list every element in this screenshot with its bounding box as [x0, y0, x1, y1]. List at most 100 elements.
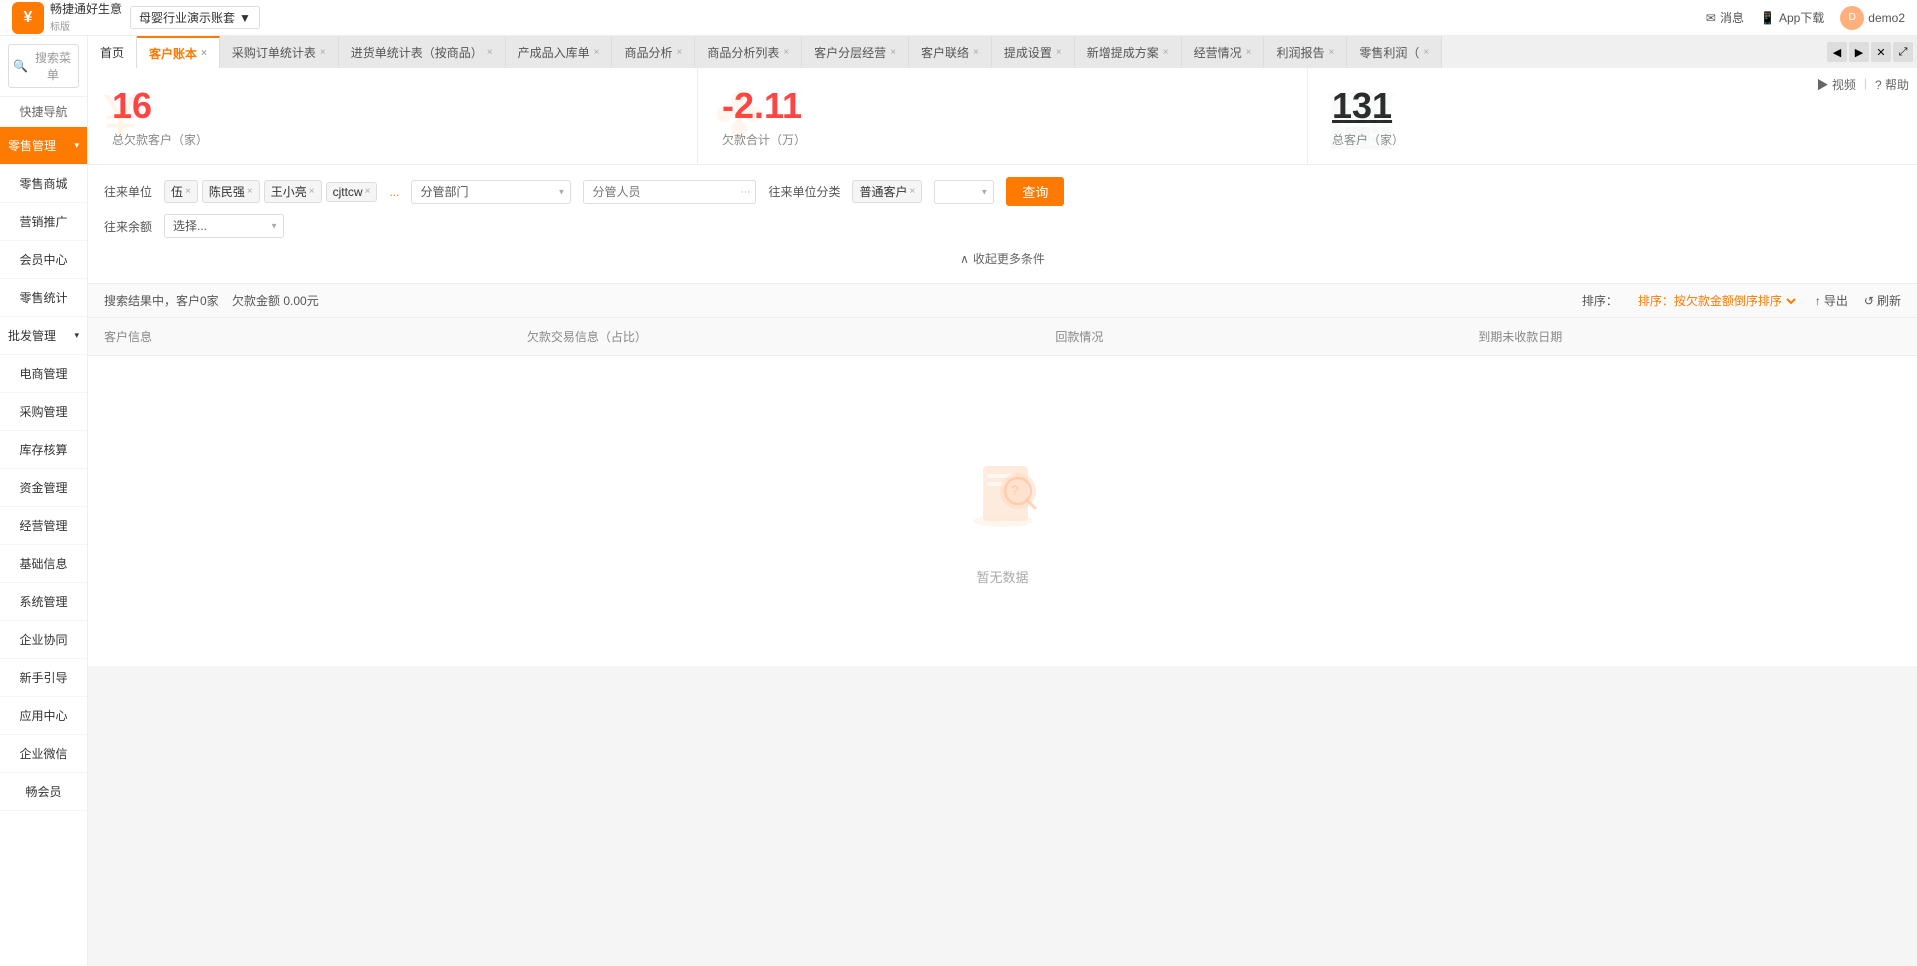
tab-customer-account[interactable]: 客户账本× — [137, 36, 220, 68]
sidebar-item-vip-member[interactable]: 畅会员 — [0, 773, 87, 811]
balance-select[interactable]: 选择... — [164, 214, 284, 238]
help-btn[interactable]: ? 帮助 — [1875, 76, 1909, 93]
sidebar-item-enterprise-wechat[interactable]: 企业微信 — [0, 735, 87, 773]
sidebar-quick-nav[interactable]: 快捷导航 — [0, 97, 87, 127]
tab-label: 客户分层经营 — [814, 44, 886, 61]
video-btn[interactable]: ▶ 视频 — [1816, 76, 1855, 93]
data-table: 客户信息 欠款交易信息（占比） 回款情况 到期未收款日期 — [88, 318, 1917, 666]
tab-profit-report[interactable]: 利润报告× — [1264, 36, 1347, 68]
sidebar-item-new-guide[interactable]: 新手引导 — [0, 659, 87, 697]
tag-remove-btn[interactable]: × — [309, 186, 315, 197]
tag-remove-btn[interactable]: × — [909, 186, 915, 197]
top-bar-right: ✉ 消息 📱 App下载 D demo2 — [1706, 6, 1905, 30]
branch-dept-select[interactable]: 分管部门 — [411, 180, 571, 204]
tab-close-icon[interactable]: × — [594, 47, 600, 58]
sidebar-item-operations[interactable]: 经营管理 — [0, 507, 87, 545]
tab-fullscreen-button[interactable]: ⤢ — [1893, 42, 1913, 62]
message-btn[interactable]: ✉ 消息 — [1706, 9, 1744, 26]
unit-category-label: 往来单位分类 — [768, 183, 840, 200]
tag-remove-btn[interactable]: × — [247, 186, 253, 197]
collapse-btn[interactable]: ∧ 收起更多条件 — [104, 246, 1901, 271]
sidebar-item-purchase-mgmt[interactable]: 采购管理 — [0, 393, 87, 431]
tab-close-icon[interactable]: × — [973, 47, 979, 58]
tab-customer-contact[interactable]: 客户联络 × — [909, 36, 992, 68]
tab-label: 客户联络 — [921, 44, 969, 61]
tab-close-all-button[interactable]: ✕ — [1871, 42, 1891, 62]
category-select[interactable] — [934, 180, 994, 204]
tab-promotion-settings[interactable]: 提成设置 × — [992, 36, 1075, 68]
unit-filter-tags: 伍×陈民强×王小亮×cjttcw× — [164, 180, 377, 203]
tab-label: 进货单统计表（按商品） — [351, 44, 483, 61]
tag-label: 普通客户 — [859, 183, 907, 200]
tab-label: 新增提成方案 — [1087, 44, 1159, 61]
tab-close-icon[interactable]: × — [676, 47, 682, 58]
export-btn[interactable]: ↑ 导出 — [1815, 292, 1848, 309]
tab-goods-list[interactable]: 商品分析列表× — [695, 36, 802, 68]
empty-icon: ? — [953, 436, 1053, 555]
sidebar-item-wholesale-mgmt[interactable]: 批发管理▾ — [0, 317, 87, 355]
dots-icon: ··· — [740, 186, 750, 197]
refresh-btn[interactable]: ↺ 刷新 — [1864, 292, 1901, 309]
empty-state: ? 暂无数据 — [88, 356, 1917, 666]
col-debt-info: 欠款交易信息（占比） — [527, 328, 1056, 345]
search-menu-button[interactable]: 🔍 搜索菜单 — [8, 44, 79, 88]
tab-home[interactable]: 首页 — [88, 36, 137, 68]
tab-close-icon[interactable]: × — [1246, 47, 1252, 58]
tab-purchase-order[interactable]: 采购订单统计表 × — [220, 36, 339, 68]
sidebar-item-marketing[interactable]: 营销推广 — [0, 203, 87, 241]
account-dropdown[interactable]: 母婴行业演示账套 ▼ — [130, 6, 260, 29]
sidebar-item-enterprise-collab[interactable]: 企业协同 — [0, 621, 87, 659]
col-due-date: 到期未收款日期 — [1478, 328, 1901, 345]
sidebar-search-area: 🔍 搜索菜单 — [0, 36, 87, 97]
result-bar: 搜索结果中，客户0家 欠款金额 0.00元 排序： 排序：按欠款金额倒序排序 ↑… — [88, 284, 1917, 318]
app-download-btn[interactable]: 📱 App下载 — [1760, 9, 1824, 26]
sidebar-item-inventory[interactable]: 库存核算 — [0, 431, 87, 469]
tab-business-status[interactable]: 经营情况 × — [1182, 36, 1265, 68]
tab-close-icon[interactable]: × — [320, 47, 326, 58]
tab-nav-buttons: ◀ ▶ ✕ ⤢ — [1827, 42, 1917, 62]
tab-label: 首页 — [100, 44, 124, 61]
tab-close-icon[interactable]: × — [487, 47, 493, 58]
tab-close-icon[interactable]: × — [1056, 47, 1062, 58]
account-label: 母婴行业演示账套 — [139, 9, 235, 26]
tab-close-icon[interactable]: × — [201, 48, 207, 59]
tab-goods-analysis[interactable]: 商品分析× — [612, 36, 695, 68]
tab-close-icon[interactable]: × — [783, 47, 789, 58]
tab-label: 提成设置 — [1004, 44, 1052, 61]
query-button[interactable]: 查询 — [1006, 177, 1064, 206]
tab-label: 经营情况 — [1194, 44, 1242, 61]
sidebar-item-system-mgmt[interactable]: 系统管理 — [0, 583, 87, 621]
tab-retail-profit[interactable]: 零售利润（× — [1347, 36, 1442, 68]
sidebar-item-finance-mgmt[interactable]: 资金管理 — [0, 469, 87, 507]
tag-remove-btn[interactable]: × — [365, 186, 371, 197]
tag-remove-btn[interactable]: × — [185, 186, 191, 197]
tab-new-scheme[interactable]: 新增提成方案 × — [1075, 36, 1182, 68]
tab-product-inbound[interactable]: 产成品入库单× — [506, 36, 613, 68]
sidebar-item-retail-mall[interactable]: 零售商城 — [0, 165, 87, 203]
user-avatar[interactable]: D demo2 — [1840, 6, 1905, 30]
sidebar-item-app-center[interactable]: 应用中心 — [0, 697, 87, 735]
tab-close-icon[interactable]: × — [890, 47, 896, 58]
sidebar-items: 零售管理▾零售商城营销推广会员中心零售统计批发管理▾电商管理采购管理库存核算资金… — [0, 127, 87, 811]
chevron-down-icon: ▼ — [239, 11, 251, 25]
stat-total-customers: ¥ 16 总欠款客户（家） — [88, 68, 698, 164]
sidebar-item-retail-stats[interactable]: 零售统计 — [0, 279, 87, 317]
tab-label: 采购订单统计表 — [232, 44, 316, 61]
tab-close-icon[interactable]: × — [1163, 47, 1169, 58]
tab-next-button[interactable]: ▶ — [1849, 42, 1869, 62]
tab-close-icon[interactable]: × — [1423, 47, 1429, 58]
sidebar-item-basic-info[interactable]: 基础信息 — [0, 545, 87, 583]
right-panel: 首页客户账本×采购订单统计表×进货单统计表（按商品）×产成品入库单×商品分析×商… — [88, 36, 1917, 966]
branch-person-input[interactable] — [583, 180, 756, 204]
more-tags-btn[interactable]: ... — [389, 185, 399, 199]
tab-prev-button[interactable]: ◀ — [1827, 42, 1847, 62]
tab-close-icon[interactable]: × — [1328, 47, 1334, 58]
sidebar-item-ecommerce[interactable]: 电商管理 — [0, 355, 87, 393]
sidebar-item-retail-mgmt[interactable]: 零售管理▾ — [0, 127, 87, 165]
tab-customer-tier[interactable]: 客户分层经营 × — [802, 36, 909, 68]
tag-label: 陈民强 — [209, 183, 245, 200]
sidebar-item-member-center[interactable]: 会员中心 — [0, 241, 87, 279]
category-tag: 普通客户× — [852, 180, 922, 203]
tab-inbound-stats[interactable]: 进货单统计表（按商品） × — [339, 36, 506, 68]
sort-select[interactable]: 排序：按欠款金额倒序排序 — [1634, 293, 1799, 309]
